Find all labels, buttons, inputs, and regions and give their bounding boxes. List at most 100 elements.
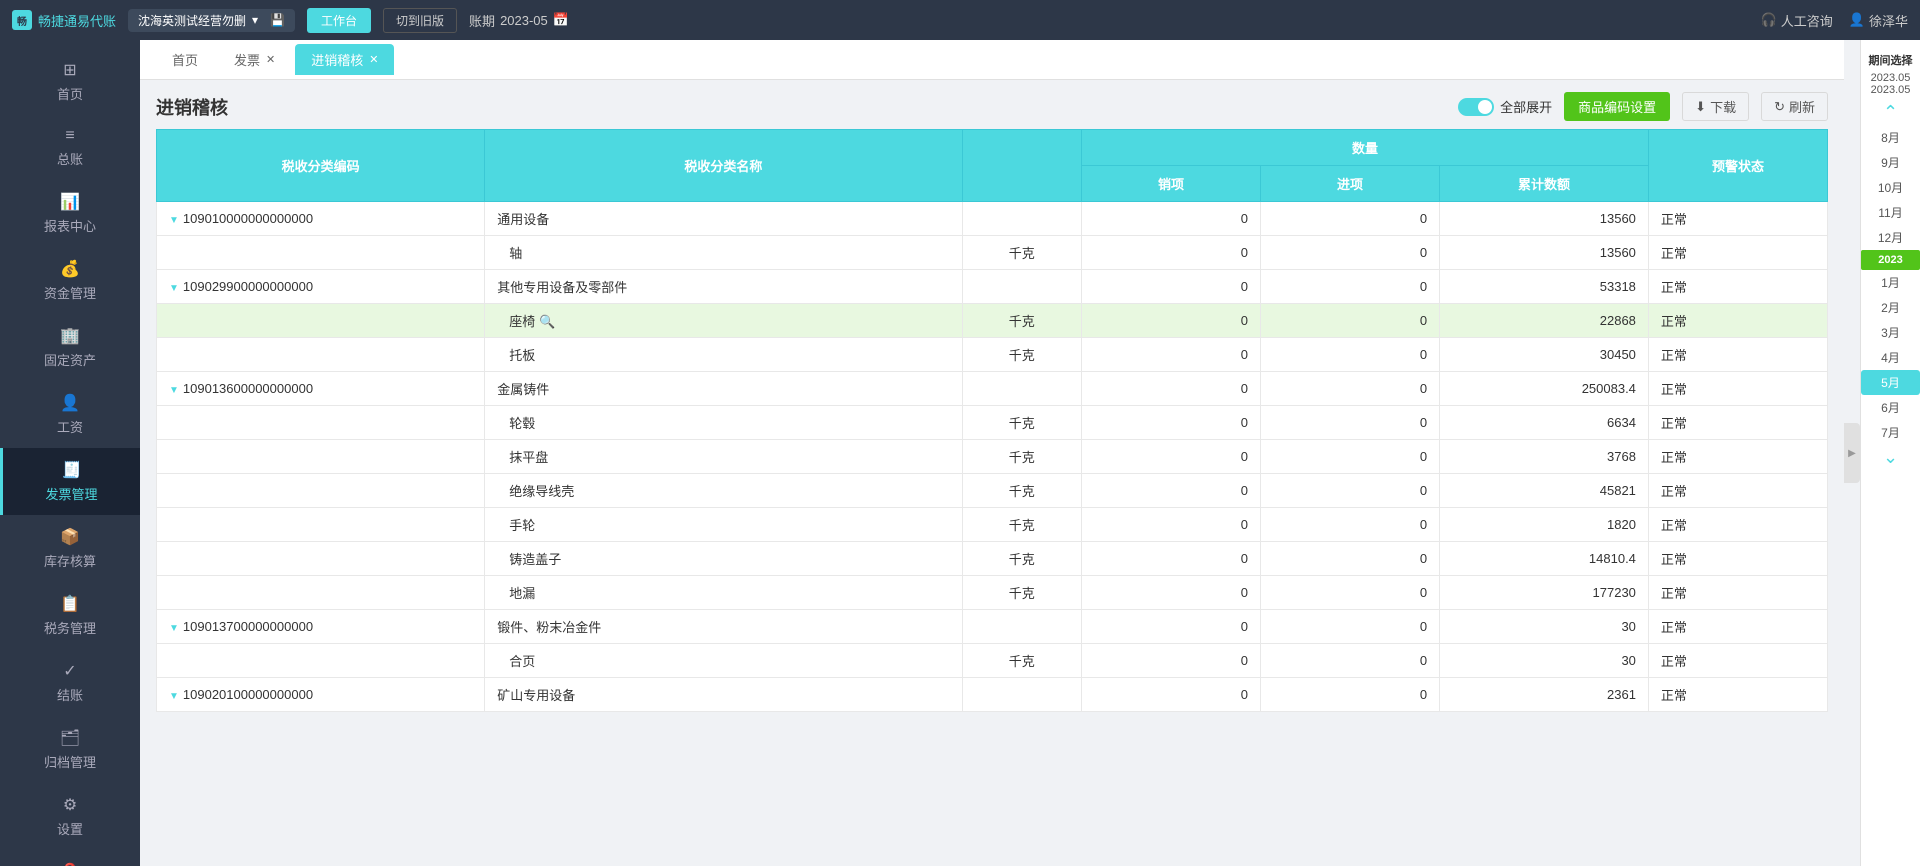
col-quantity-group: 数量	[1081, 130, 1648, 166]
table-row-total: 3768	[1440, 440, 1649, 474]
sidebar-item-closing[interactable]: ✓ 结账	[0, 649, 140, 716]
table-row-purchase: 0	[1261, 202, 1440, 236]
month-12[interactable]: 12月	[1861, 225, 1920, 250]
tab-home[interactable]: 首页	[156, 44, 214, 75]
expand-triangle[interactable]: ▼	[169, 691, 179, 702]
tab-reconcile[interactable]: 进销稽核 ✕	[295, 44, 394, 75]
table-row-sales: 0	[1081, 678, 1260, 712]
table-row-status: 正常	[1648, 610, 1827, 644]
refresh-label: 刷新	[1789, 97, 1815, 116]
month-1[interactable]: 1月	[1861, 270, 1920, 295]
table-row-sales: 0	[1081, 542, 1260, 576]
table-row-name: 金属铸件	[485, 372, 962, 406]
month-4[interactable]: 4月	[1861, 345, 1920, 370]
panel-toggle-btn[interactable]: ▶	[1844, 423, 1860, 483]
table-row-total: 53318	[1440, 270, 1649, 304]
period-display: 账期 2023-05 📅	[469, 11, 569, 30]
tab-invoice-label: 发票	[234, 50, 260, 69]
period-label: 账期	[469, 11, 495, 30]
table-row	[157, 508, 485, 542]
expand-triangle[interactable]: ▼	[169, 623, 179, 634]
col-status: 预警状态	[1648, 130, 1827, 202]
table-row: ▼109013700000000000	[157, 610, 485, 644]
sidebar-item-assets[interactable]: 🏢 固定资产	[0, 314, 140, 381]
table-row-name: 座椅🔍	[485, 304, 962, 338]
col-sales: 销项	[1081, 166, 1260, 202]
tab-invoice[interactable]: 发票 ✕	[218, 44, 291, 75]
table-row-total: 30	[1440, 644, 1649, 678]
sidebar-item-funds[interactable]: 💰 资金管理	[0, 247, 140, 314]
table-area: 税收分类编码 税收分类名称 数量 预警状态 销项 进项 累计数额 ▼109010	[140, 129, 1844, 866]
col-total: 累计数额	[1440, 166, 1649, 202]
table-row-status: 正常	[1648, 440, 1827, 474]
month-7[interactable]: 7月	[1861, 420, 1920, 445]
table-row-unit	[962, 202, 1081, 236]
user-name: 徐泽华	[1869, 11, 1908, 30]
tab-invoice-close[interactable]: ✕	[266, 53, 275, 66]
table-row-purchase: 0	[1261, 406, 1440, 440]
table-row-purchase: 0	[1261, 542, 1440, 576]
tab-reconcile-close[interactable]: ✕	[369, 53, 378, 66]
sidebar-item-invoice[interactable]: 🧾 发票管理	[0, 448, 140, 515]
table-row-name: 铸造盖子	[485, 542, 962, 576]
sidebar-item-home[interactable]: ⊞ 首页	[0, 48, 140, 115]
period-top-2[interactable]: 2023.05	[1871, 84, 1911, 96]
table-row-sales: 0	[1081, 508, 1260, 542]
table-row-sales: 0	[1081, 338, 1260, 372]
toggle-label-text: 全部展开	[1500, 97, 1552, 116]
table-row-total: 6634	[1440, 406, 1649, 440]
home-icon: ⊞	[63, 60, 76, 80]
period-top-1[interactable]: 2023.05	[1871, 72, 1911, 84]
invoice-icon: 🧾	[62, 460, 82, 480]
sidebar-item-payroll[interactable]: 👤 工资	[0, 381, 140, 448]
period-up-arrow[interactable]: ⌃	[1881, 100, 1900, 125]
month-9[interactable]: 9月	[1861, 150, 1920, 175]
period-panel-title: 期间选择	[1867, 48, 1915, 72]
expand-triangle[interactable]: ▼	[169, 283, 179, 294]
period-down-arrow[interactable]: ⌄	[1881, 445, 1900, 470]
table-row-name: 其他专用设备及零部件	[485, 270, 962, 304]
month-11[interactable]: 11月	[1861, 200, 1920, 225]
table-row-name: 矿山专用设备	[485, 678, 962, 712]
month-6[interactable]: 6月	[1861, 395, 1920, 420]
assets-icon: 🏢	[60, 326, 80, 346]
download-button[interactable]: ⬇ 下载	[1682, 92, 1749, 121]
refresh-button[interactable]: ↻ 刷新	[1761, 92, 1828, 121]
month-5[interactable]: 5月	[1861, 370, 1920, 395]
setting-button[interactable]: 商品编码设置	[1564, 92, 1670, 121]
sidebar-item-ledger[interactable]: ≡ 总账	[0, 115, 140, 180]
expand-toggle[interactable]: 全部展开	[1458, 97, 1552, 116]
toggle-switch[interactable]	[1458, 98, 1494, 116]
sidebar-item-archive[interactable]: 🗂 归档管理	[0, 716, 140, 783]
month-8[interactable]: 8月	[1861, 125, 1920, 150]
sidebar-item-tax[interactable]: 📋 税务管理	[0, 582, 140, 649]
sidebar: ⊞ 首页 ≡ 总账 📊 报表中心 💰 资金管理 🏢 固定资产 👤 工资 🧾 发票…	[0, 40, 140, 866]
month-3[interactable]: 3月	[1861, 320, 1920, 345]
sidebar-item-settings[interactable]: ⚙ 设置	[0, 783, 140, 850]
expand-triangle[interactable]: ▼	[169, 385, 179, 396]
search-icon[interactable]: 🔍	[539, 314, 555, 329]
layout: ⊞ 首页 ≡ 总账 📊 报表中心 💰 资金管理 🏢 固定资产 👤 工资 🧾 发票…	[0, 40, 1920, 866]
table-row-unit: 千克	[962, 508, 1081, 542]
month-10[interactable]: 10月	[1861, 175, 1920, 200]
calendar-icon[interactable]: 📅	[553, 12, 569, 28]
switch-version-button[interactable]: 切到旧版	[383, 8, 457, 33]
sidebar-item-guide[interactable]: ❓ 新手引导	[0, 850, 140, 866]
expand-triangle[interactable]: ▼	[169, 215, 179, 226]
sidebar-item-reports[interactable]: 📊 报表中心	[0, 180, 140, 247]
sidebar-label-home: 首页	[57, 84, 83, 103]
settings-icon: ⚙	[63, 795, 77, 815]
table-row-name: 轮毂	[485, 406, 962, 440]
table-row-total: 13560	[1440, 236, 1649, 270]
sidebar-item-inventory[interactable]: 📦 库存核算	[0, 515, 140, 582]
user-button[interactable]: 👤 徐泽华	[1849, 11, 1908, 30]
table-row-status: 正常	[1648, 644, 1827, 678]
help-button[interactable]: 🎧 人工咨询	[1761, 11, 1833, 30]
table-row-sales: 0	[1081, 304, 1260, 338]
table-row-purchase: 0	[1261, 338, 1440, 372]
table-row-unit	[962, 678, 1081, 712]
company-selector[interactable]: 沈海英测试经营勿删 ▾ 💾	[128, 9, 295, 32]
table-row-status: 正常	[1648, 508, 1827, 542]
workbench-button[interactable]: 工作台	[307, 8, 371, 33]
month-2[interactable]: 2月	[1861, 295, 1920, 320]
